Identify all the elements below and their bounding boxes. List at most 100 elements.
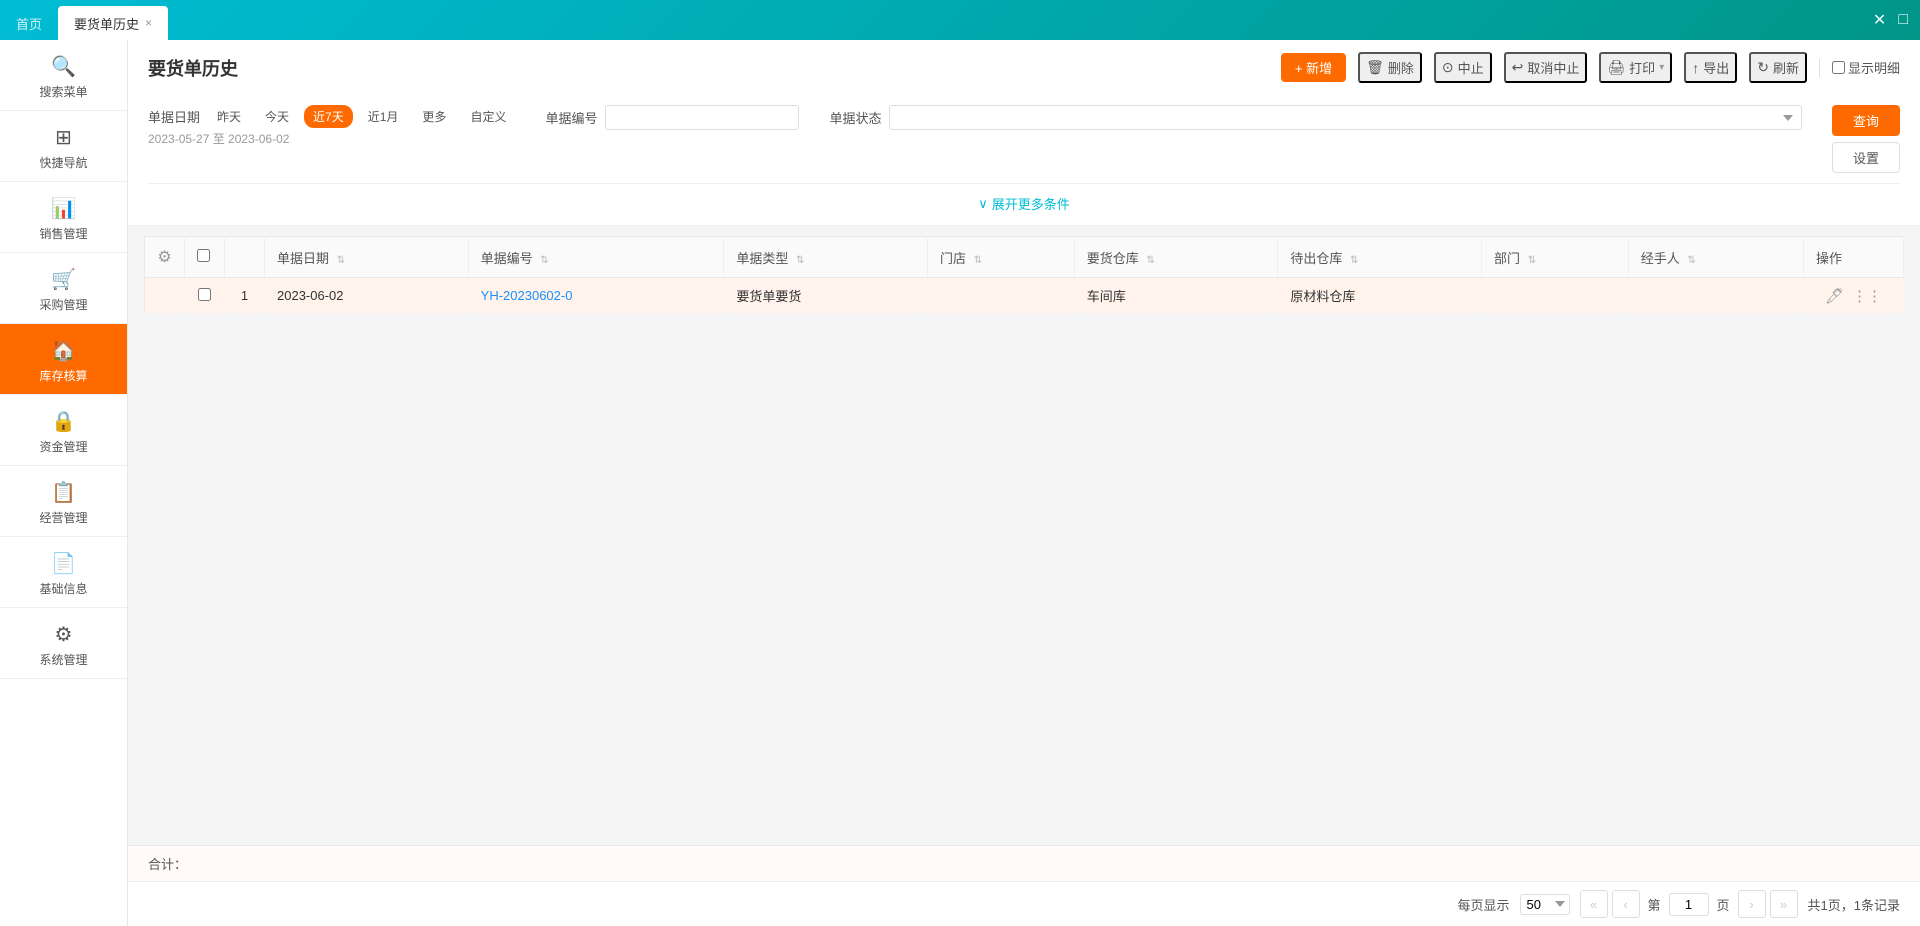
print-icon: 🖨 — [1607, 59, 1625, 76]
last-page-btn[interactable]: » — [1770, 890, 1798, 918]
sidebar: 🔍 搜索菜单 ⊞ 快捷导航 📊 销售管理 🛒 采购管理 🏠 库存核算 🔒 资金管… — [0, 40, 128, 926]
col-num — [225, 237, 265, 278]
stop-button[interactable]: ⊙ 中止 — [1434, 52, 1492, 83]
table-footer: 合计： — [128, 845, 1920, 881]
sidebar-item-basic-info[interactable]: 📄 基础信息 — [0, 537, 127, 608]
col-date: 单据日期 ⇅ — [265, 237, 469, 278]
status-select[interactable] — [889, 105, 1802, 130]
table-wrapper: ⚙ 单据日期 ⇅ 单据编号 ⇅ — [128, 226, 1920, 845]
expand-conditions-btn[interactable]: ∨ 展开更多条件 — [970, 190, 1078, 217]
date-sort-icon[interactable]: ⇅ — [337, 255, 345, 266]
query-button[interactable]: 查询 — [1832, 105, 1900, 136]
col-pending-warehouse: 待出仓库 ⇅ — [1278, 237, 1482, 278]
row-check — [185, 278, 225, 314]
col-handler: 经手人 ⇅ — [1628, 237, 1803, 278]
sidebar-item-finance-mgmt[interactable]: 🔒 资金管理 — [0, 395, 127, 466]
page-title: 要货单历史 — [148, 55, 238, 81]
handler-sort-icon[interactable]: ⇅ — [1687, 255, 1695, 266]
row-op-icons: 🖊 ⋮⋮ — [1816, 287, 1891, 305]
page-jump-label: 第 — [1648, 895, 1661, 914]
date-btn-last7days[interactable]: 近7天 — [304, 105, 353, 128]
pending-wh-sort-icon[interactable]: ⇅ — [1350, 255, 1358, 266]
store-sort-icon[interactable]: ⇅ — [974, 255, 982, 266]
search-menu-icon: 🔍 — [51, 54, 76, 79]
row-dept — [1482, 278, 1629, 314]
purchase-icon: 🛒 — [51, 267, 76, 292]
col-docno: 单据编号 ⇅ — [468, 237, 724, 278]
table-head: ⚙ 单据日期 ⇅ 单据编号 ⇅ — [145, 237, 1904, 278]
print-button[interactable]: 🖨 打印 ▾ — [1599, 52, 1672, 83]
sidebar-inventory-label: 库存核算 — [39, 367, 87, 384]
sidebar-basic-info-label: 基础信息 — [39, 580, 87, 597]
table-row: 1 2023-06-02 YH-20230602-0 要货单要货 车间库 原材料… — [145, 278, 1904, 314]
row-docno[interactable]: YH-20230602-0 — [468, 278, 724, 314]
next-page-btn[interactable]: › — [1738, 890, 1766, 918]
refresh-icon: ↻ — [1757, 59, 1769, 76]
top-bar-right: ✕ □ — [1873, 10, 1920, 30]
prev-page-btn[interactable]: ‹ — [1612, 890, 1640, 918]
row-num: 1 — [225, 278, 265, 314]
content-area: 要货单历史 + 新增 🗑 删除 ⊙ 中止 ↩ 取消中止 — [128, 40, 1920, 926]
data-table: ⚙ 单据日期 ⇅ 单据编号 ⇅ — [144, 236, 1904, 314]
settings-button[interactable]: 设置 — [1832, 142, 1900, 173]
pagination-bar: 每页显示 10 20 50 100 « ‹ 第 页 › » 共1页，1条记录 — [128, 881, 1920, 926]
row-more-icon[interactable]: ⋮⋮ — [1852, 287, 1882, 305]
row-checkbox[interactable] — [198, 288, 211, 301]
inventory-icon: 🏠 — [51, 338, 76, 363]
sidebar-item-quick-nav[interactable]: ⊞ 快捷导航 — [0, 111, 127, 182]
action-btn-group: 查询 设置 — [1832, 105, 1900, 173]
row-pending-warehouse: 原材料仓库 — [1278, 278, 1482, 314]
stop-icon: ⊙ — [1442, 59, 1454, 76]
export-icon: ↑ — [1692, 60, 1699, 76]
new-button[interactable]: + 新增 — [1281, 53, 1346, 82]
sidebar-item-system-mgmt[interactable]: ⚙ 系统管理 — [0, 608, 127, 679]
export-button[interactable]: ↑ 导出 — [1684, 52, 1737, 83]
col-settings: ⚙ — [145, 237, 185, 278]
toolbar-divider — [1819, 59, 1820, 77]
column-settings-icon[interactable]: ⚙ — [157, 247, 172, 267]
date-btn-more[interactable]: 更多 — [413, 105, 455, 128]
toolbar: + 新增 🗑 删除 ⊙ 中止 ↩ 取消中止 🖨 — [1281, 52, 1900, 83]
row-date: 2023-06-02 — [265, 278, 469, 314]
page-nav: « ‹ 第 页 › » — [1580, 890, 1798, 918]
page-label: 页 — [1717, 895, 1730, 914]
refresh-button[interactable]: ↻ 刷新 — [1749, 52, 1807, 83]
date-btn-today[interactable]: 今天 — [256, 105, 298, 128]
sidebar-search-menu-label: 搜索菜单 — [39, 83, 87, 100]
page-size-label: 每页显示 — [1457, 895, 1509, 914]
first-page-btn[interactable]: « — [1580, 890, 1608, 918]
docno-input[interactable] — [605, 105, 799, 130]
date-btn-custom[interactable]: 自定义 — [461, 105, 515, 128]
doctype-sort-icon[interactable]: ⇅ — [796, 255, 804, 266]
ops-icon: 📋 — [51, 480, 76, 505]
col-operation: 操作 — [1804, 237, 1904, 278]
col-check — [185, 237, 225, 278]
date-btn-last1month[interactable]: 近1月 — [359, 105, 408, 128]
tab-close-icon[interactable]: × — [145, 16, 152, 30]
sidebar-item-inventory-calc[interactable]: 🏠 库存核算 — [0, 324, 127, 395]
tab-requisition-history[interactable]: 要货单历史 × — [58, 6, 168, 40]
window-close-btn[interactable]: ✕ — [1873, 10, 1886, 30]
dept-sort-icon[interactable]: ⇅ — [1528, 255, 1536, 266]
page-size-select[interactable]: 10 20 50 100 — [1520, 894, 1570, 915]
sidebar-item-purchase-mgmt[interactable]: 🛒 采购管理 — [0, 253, 127, 324]
date-range-display: 2023-05-27 至 2023-06-02 — [148, 130, 515, 147]
delete-button[interactable]: 🗑 删除 — [1358, 52, 1422, 83]
sidebar-item-ops-mgmt[interactable]: 📋 经营管理 — [0, 466, 127, 537]
display-cell-checkbox[interactable] — [1832, 61, 1845, 74]
docno-sort-icon[interactable]: ⇅ — [540, 255, 548, 266]
row-edit-icon[interactable]: 🖊 — [1825, 287, 1844, 305]
cancel-stop-button[interactable]: ↩ 取消中止 — [1504, 52, 1588, 83]
sidebar-item-sales-mgmt[interactable]: 📊 销售管理 — [0, 182, 127, 253]
page-input[interactable] — [1669, 893, 1709, 916]
window-maximize-btn[interactable]: □ — [1898, 11, 1908, 29]
req-wh-sort-icon[interactable]: ⇅ — [1146, 255, 1154, 266]
col-doctype: 单据类型 ⇅ — [724, 237, 928, 278]
row-store — [927, 278, 1074, 314]
sidebar-item-search-menu[interactable]: 🔍 搜索菜单 — [0, 40, 127, 111]
select-all-checkbox[interactable] — [197, 249, 210, 262]
tab-home[interactable]: 首页 — [0, 6, 58, 40]
display-cell-btn[interactable]: 显示明细 — [1832, 58, 1900, 77]
row-doctype: 要货单要货 — [724, 278, 928, 314]
date-btn-yesterday[interactable]: 昨天 — [208, 105, 250, 128]
